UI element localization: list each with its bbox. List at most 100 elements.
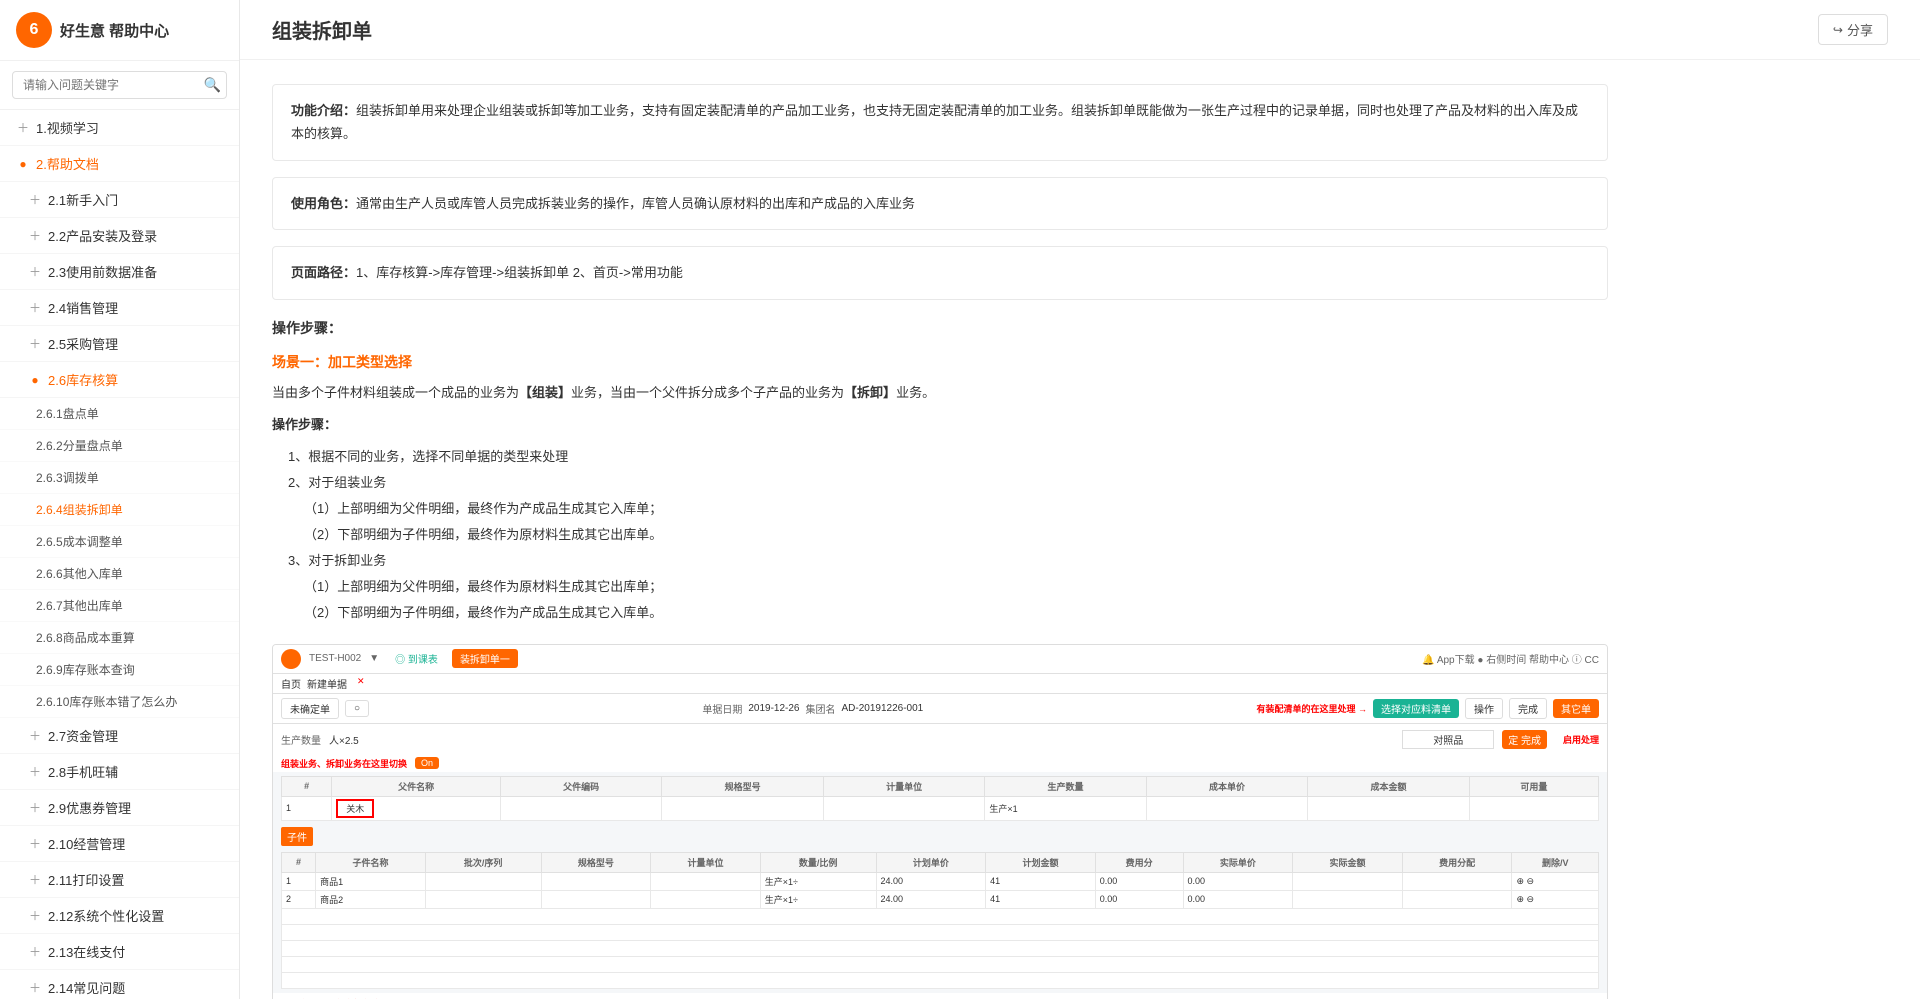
sidebar-item-other-out[interactable]: 2.6.7其他出库单 <box>0 590 239 622</box>
sidebar-item-label: 2.5采购管理 <box>48 334 118 353</box>
step-2: 2、对于组装业务 <box>288 470 1608 496</box>
share-button[interactable]: ↪ 分享 <box>1818 14 1888 45</box>
sidebar-item-label: 2.1新手入门 <box>48 190 118 209</box>
scol-unit: 计量单位 <box>651 852 761 872</box>
sidebar-item-print[interactable]: ＋ 2.11打印设置 <box>0 862 239 898</box>
plus-icon: ＋ <box>28 981 42 995</box>
sim-enable-input: 对照品 <box>1402 730 1494 749</box>
cell-cost-amount <box>1308 796 1469 820</box>
sim-nav-btn: ◎ 到课表 <box>395 651 438 666</box>
search-input[interactable] <box>12 71 227 99</box>
sim-nav-home: 自页 <box>281 676 301 691</box>
scell-cost-dist: 0.00 <box>1095 872 1183 890</box>
col-parent-code: 父件编码 <box>500 776 661 796</box>
cell-cost-price <box>1146 796 1307 820</box>
scell-actions: ⊕ ⊖ <box>1512 890 1599 908</box>
plus-icon: ＋ <box>28 193 42 207</box>
function-label: 功能介绍： <box>291 103 356 118</box>
sidebar-item-faq[interactable]: ＋ 2.14常见问题 <box>0 970 239 999</box>
sidebar-item-partial-count[interactable]: 2.6.2分量盘点单 <box>0 430 239 462</box>
main-content: 组装拆卸单 ↪ 分享 功能介绍：组装拆卸单用来处理企业组装或拆卸等加工业务，支持… <box>240 0 1920 999</box>
scell-cost-alloc <box>1402 890 1512 908</box>
sidebar-item-label: 2.7资金管理 <box>48 726 118 745</box>
minus-icon: ● <box>28 373 42 387</box>
role-text: 通常由生产人员或库管人员完成拆装业务的操作，库管人员确认原材料的出库和产成品的入… <box>356 196 915 211</box>
plus-icon: ＋ <box>28 765 42 779</box>
col-available: 可用量 <box>1469 776 1598 796</box>
sim-form-qty-label: 生产数量 <box>281 732 321 747</box>
sidebar-item-label: 2.9优惠券管理 <box>48 798 131 817</box>
sim-form-area: 生产数量 人×2.5 对照品 定 完成 启用处理 <box>273 724 1607 755</box>
step-3-2: （2）下部明细为子件明细，最终作为产成品生成其它入库单。 <box>304 600 1608 626</box>
table-row: 2 商品2 生产×1÷ 24.00 41 0.00 0.00 <box>282 890 1599 908</box>
search-box[interactable]: 🔍 <box>0 61 239 110</box>
sidebar-item-help-docs[interactable]: ● 2.帮助文档 <box>0 146 239 182</box>
page-title: 组装拆卸单 <box>272 15 372 44</box>
sim-btn-edit: ○ <box>345 700 369 717</box>
scol-qty: 数量/比例 <box>760 852 876 872</box>
cell-spec <box>662 796 823 820</box>
step-1: 1、根据不同的业务，选择不同单据的类型来处理 <box>288 444 1608 470</box>
sidebar-item-label: 2.11打印设置 <box>48 870 124 889</box>
sidebar-item-purchase[interactable]: ＋ 2.5采购管理 <box>0 326 239 362</box>
share-label: 分享 <box>1847 20 1873 39</box>
step-2-1: （1）上部明细为父件明细，最终作为产成品生成其它入库单； <box>304 496 1608 522</box>
col-unit: 计量单位 <box>823 776 984 796</box>
sidebar-item-data-prep[interactable]: ＋ 2.3使用前数据准备 <box>0 254 239 290</box>
sidebar-item-video-learning[interactable]: ＋ 1.视频学习 <box>0 110 239 146</box>
sim-logo-icon <box>281 649 301 669</box>
sidebar-item-inventory[interactable]: ● 2.6库存核算 <box>0 362 239 398</box>
sim-nav-new: 新建单据 <box>307 676 347 691</box>
sidebar-item-new-user[interactable]: ＋ 2.1新手入门 <box>0 182 239 218</box>
sidebar-item-assembly[interactable]: 2.6.4组装拆卸单 <box>0 494 239 526</box>
sidebar-item-account-fix[interactable]: 2.6.10库存账本错了怎么办 <box>0 686 239 718</box>
sidebar-item-management[interactable]: ＋ 2.10经营管理 <box>0 826 239 862</box>
sidebar-item-sales[interactable]: ＋ 2.4销售管理 <box>0 290 239 326</box>
scell-actual-price: 0.00 <box>1183 872 1293 890</box>
scell-cost-alloc <box>1402 872 1512 890</box>
sidebar-item-transfer[interactable]: 2.6.3调拨单 <box>0 462 239 494</box>
sidebar-item-label: 2.10经营管理 <box>48 834 125 853</box>
sidebar-item-other-in[interactable]: 2.6.6其他入库单 <box>0 558 239 590</box>
path-text: 1、库存核算->库存管理->组装拆卸单 2、首页->常用功能 <box>356 265 683 280</box>
search-icon[interactable]: 🔍 <box>204 77 221 94</box>
table-row <box>282 972 1599 988</box>
sim-parent-table: # 父件名称 父件编码 规格型号 计量单位 生产数量 成本单价 成本金额 可用量 <box>281 776 1599 821</box>
cell-qty: 生产×1 <box>985 796 1146 820</box>
sim-date-label: 单据日期 <box>702 701 742 716</box>
sidebar-item-label: 2.8手机旺辅 <box>48 762 118 781</box>
sidebar-item-cost-adjust[interactable]: 2.6.5成本调整单 <box>0 526 239 558</box>
plus-icon: ＋ <box>28 873 42 887</box>
sim-topbar: TEST-H002 ▼ ◎ 到课表 装拆卸单一 🔔 App下载 ● 右侧时间 帮… <box>273 645 1607 674</box>
sidebar-item-finance[interactable]: ＋ 2.7资金管理 <box>0 718 239 754</box>
scell-plan-price: 24.00 <box>876 890 986 908</box>
sim-confirm-btn: 其它单 <box>1553 699 1599 718</box>
scell-unit <box>651 890 761 908</box>
col-cost-price: 成本单价 <box>1146 776 1307 796</box>
col-cost-amount: 成本金额 <box>1308 776 1469 796</box>
scell-batch <box>425 890 541 908</box>
annotation-bom: 有装配清单的在这里处理 → <box>1257 702 1368 715</box>
scell-qty: 生产×1÷ <box>760 872 876 890</box>
sim-type-switch-area: 组装业务、拆卸业务在这里切换 On <box>273 755 1607 772</box>
sidebar: 6 好生意 帮助中心 🔍 ＋ 1.视频学习 ● 2.帮助文档 ＋ 2.1新手入门… <box>0 0 240 999</box>
plus-icon: ＋ <box>28 301 42 315</box>
sidebar-item-install[interactable]: ＋ 2.2产品安装及登录 <box>0 218 239 254</box>
plus-icon: ＋ <box>28 265 42 279</box>
content-body: 功能介绍：组装拆卸单用来处理企业组装或拆卸等加工业务，支持有固定装配清单的产品加… <box>240 60 1640 999</box>
sidebar-item-account-query[interactable]: 2.6.9库存账本查询 <box>0 654 239 686</box>
plus-icon: ＋ <box>28 909 42 923</box>
sidebar-item-online-pay[interactable]: ＋ 2.13在线支付 <box>0 934 239 970</box>
scol-cost-dist: 费用分 <box>1095 852 1183 872</box>
sidebar-item-personalization[interactable]: ＋ 2.12系统个性化设置 <box>0 898 239 934</box>
sidebar-item-cost-recalc[interactable]: 2.6.8商品成本重算 <box>0 622 239 654</box>
sidebar-item-stock-count[interactable]: 2.6.1盘点单 <box>0 398 239 430</box>
sidebar-item-mobile[interactable]: ＋ 2.8手机旺辅 <box>0 754 239 790</box>
scol-cost-alloc: 费用分配 <box>1402 852 1512 872</box>
scene-title: 场景一：加工类型选择 <box>272 352 1608 372</box>
table-row <box>282 924 1599 940</box>
step-3-1: （1）上部明细为父件明细，最终作为原材料生成其它出库单； <box>304 574 1608 600</box>
scene-desc: 当由多个子件材料组装成一个成品的业务为【组装】业务，当由一个父件拆分成多个子产品… <box>272 380 1608 406</box>
annotation-switch: 组装业务、拆卸业务在这里切换 <box>281 757 407 770</box>
sidebar-item-coupon[interactable]: ＋ 2.9优惠券管理 <box>0 790 239 826</box>
